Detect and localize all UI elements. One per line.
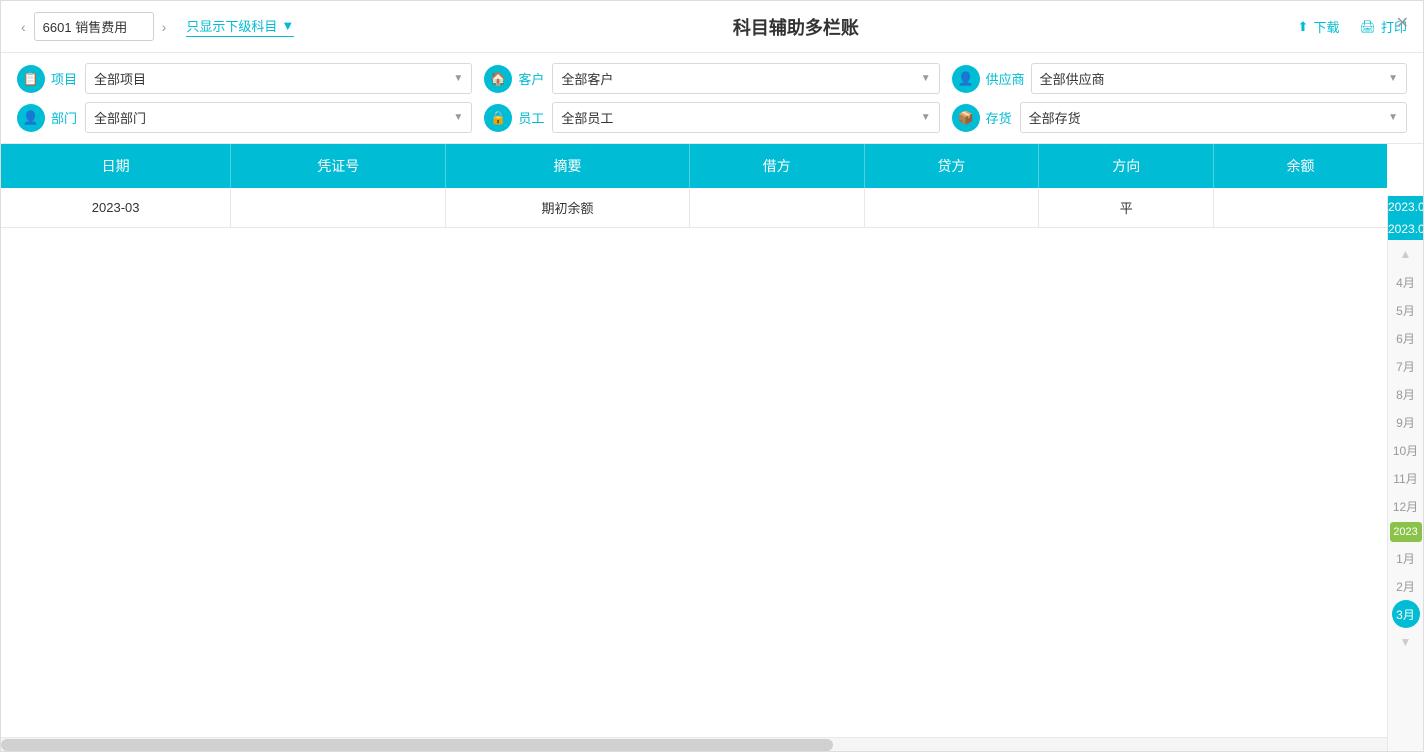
print-icon: 🖨 bbox=[1359, 19, 1376, 35]
timeline-month-3-active[interactable]: 3月 bbox=[1392, 600, 1420, 628]
timeline-sidebar: 2023.03 2023.03 ▲ 4月 5月 6月 7月 8月 9月 10月 … bbox=[1387, 196, 1423, 751]
cell-6 bbox=[1214, 188, 1387, 228]
cell-1 bbox=[231, 188, 446, 228]
customer-arrow-icon: ▼ bbox=[921, 73, 931, 84]
filter-item-department: 👤 部门 全部部门 ▼ bbox=[17, 102, 472, 133]
top-bar: ‹ 6601 销售费用 › 只显示下级科目 ▼ 科目辅助多栏账 ⬆ 下载 🖨 打… bbox=[1, 1, 1423, 53]
project-value: 全部项目 bbox=[94, 69, 146, 88]
project-arrow-icon: ▼ bbox=[453, 73, 463, 84]
timeline-month-6[interactable]: 6月 bbox=[1388, 324, 1424, 352]
department-icon: 👤 bbox=[17, 104, 45, 132]
timeline-scroll-up[interactable]: ▲ bbox=[1388, 240, 1424, 268]
show-sub-button[interactable]: 只显示下级科目 ▼ bbox=[186, 16, 294, 37]
col-balance: 余额 bbox=[1214, 144, 1387, 188]
timeline-month-7[interactable]: 7月 bbox=[1388, 352, 1424, 380]
download-button[interactable]: ⬆ 下载 bbox=[1298, 17, 1340, 36]
table-row[interactable]: 2023-03 期初余额 平 bbox=[1, 188, 1387, 228]
supplier-arrow-icon: ▼ bbox=[1388, 73, 1398, 84]
filter-item-inventory: 📦 存货 全部存货 ▼ bbox=[952, 102, 1407, 133]
timeline-top-month-1[interactable]: 2023.03 bbox=[1388, 196, 1423, 218]
filter-item-customer: 🏠 客户 全部客户 ▼ bbox=[484, 63, 939, 94]
customer-icon: 🏠 bbox=[484, 65, 512, 93]
table-header-row: 日期 凭证号 摘要 借方 贷方 方向 余额 bbox=[1, 144, 1387, 188]
timeline-year-badge: 2023 bbox=[1390, 522, 1422, 542]
close-button[interactable]: ✕ bbox=[1396, 13, 1409, 33]
chevron-down-icon: ▼ bbox=[281, 18, 294, 33]
timeline-month-5[interactable]: 5月 bbox=[1388, 296, 1424, 324]
col-direction: 方向 bbox=[1039, 144, 1214, 188]
cell-2: 期初余额 bbox=[446, 188, 690, 228]
cell-4 bbox=[864, 188, 1039, 228]
download-icon: ⬆ bbox=[1298, 19, 1309, 35]
main-window: ✕ ‹ 6601 销售费用 › 只显示下级科目 ▼ 科目辅助多栏账 ⬆ 下载 🖨… bbox=[0, 0, 1424, 752]
timeline-month-2[interactable]: 2月 bbox=[1388, 572, 1424, 600]
filter-bar: 📋 项目 全部项目 ▼ 🏠 客户 全部客户 ▼ 👤 供应商 bbox=[1, 53, 1423, 144]
timeline-month-4[interactable]: 4月 bbox=[1388, 268, 1424, 296]
inventory-value: 全部存货 bbox=[1029, 108, 1081, 127]
inventory-arrow-icon: ▼ bbox=[1388, 112, 1398, 123]
customer-value: 全部客户 bbox=[561, 69, 613, 88]
horizontal-scrollbar[interactable] bbox=[1, 737, 1387, 751]
timeline-month-11[interactable]: 11月 bbox=[1388, 464, 1424, 492]
col-date: 日期 bbox=[1, 144, 231, 188]
table-container: 日期 凭证号 摘要 借方 贷方 方向 余额 2023-03 期初余额 平 bbox=[1, 144, 1387, 737]
supplier-select[interactable]: 全部供应商 ▼ bbox=[1031, 63, 1407, 94]
department-arrow-icon: ▼ bbox=[453, 112, 463, 123]
department-select[interactable]: 全部部门 ▼ bbox=[85, 102, 472, 133]
timeline-month-9[interactable]: 9月 bbox=[1388, 408, 1424, 436]
filter-row-2: 👤 部门 全部部门 ▼ 🔒 员工 全部员工 ▼ 📦 存货 bbox=[17, 102, 1407, 133]
employee-arrow-icon: ▼ bbox=[921, 112, 931, 123]
page-title: 科目辅助多栏账 bbox=[294, 14, 1297, 40]
timeline-month-8[interactable]: 8月 bbox=[1388, 380, 1424, 408]
scrollbar-track bbox=[1, 738, 1387, 751]
filter-row-1: 📋 项目 全部项目 ▼ 🏠 客户 全部客户 ▼ 👤 供应商 bbox=[17, 63, 1407, 94]
inventory-label: 存货 bbox=[986, 108, 1014, 127]
customer-label: 客户 bbox=[518, 69, 546, 88]
show-sub-label: 只显示下级科目 bbox=[186, 16, 277, 35]
filter-item-project: 📋 项目 全部项目 ▼ bbox=[17, 63, 472, 94]
download-label: 下载 bbox=[1313, 17, 1339, 36]
employee-select[interactable]: 全部员工 ▼ bbox=[552, 102, 939, 133]
employee-label: 员工 bbox=[518, 108, 546, 127]
project-icon: 📋 bbox=[17, 65, 45, 93]
main-table: 日期 凭证号 摘要 借方 贷方 方向 余额 2023-03 期初余额 平 bbox=[1, 144, 1387, 228]
supplier-label: 供应商 bbox=[986, 69, 1025, 88]
nav-prev-button[interactable]: ‹ bbox=[17, 17, 30, 37]
col-summary: 摘要 bbox=[446, 144, 690, 188]
col-credit: 贷方 bbox=[864, 144, 1039, 188]
inventory-select[interactable]: 全部存货 ▼ bbox=[1020, 102, 1407, 133]
project-select[interactable]: 全部项目 ▼ bbox=[85, 63, 472, 94]
col-voucher: 凭证号 bbox=[231, 144, 446, 188]
col-debit: 借方 bbox=[689, 144, 864, 188]
filter-item-employee: 🔒 员工 全部员工 ▼ bbox=[484, 102, 939, 133]
toolbar-right: ⬆ 下载 🖨 打印 bbox=[1298, 17, 1407, 36]
timeline-top-month-2[interactable]: 2023.03 bbox=[1388, 218, 1423, 240]
supplier-icon: 👤 bbox=[952, 65, 980, 93]
department-value: 全部部门 bbox=[94, 108, 146, 127]
employee-icon: 🔒 bbox=[484, 104, 512, 132]
inventory-icon: 📦 bbox=[952, 104, 980, 132]
cell-3 bbox=[689, 188, 864, 228]
account-code-text: 6601 销售费用 bbox=[43, 20, 128, 35]
supplier-value: 全部供应商 bbox=[1040, 69, 1105, 88]
filter-item-supplier: 👤 供应商 全部供应商 ▼ bbox=[952, 63, 1407, 94]
cell-5: 平 bbox=[1039, 188, 1214, 228]
customer-select[interactable]: 全部客户 ▼ bbox=[552, 63, 939, 94]
timeline-scroll-down[interactable]: ▼ bbox=[1388, 628, 1424, 656]
cell-0: 2023-03 bbox=[1, 188, 231, 228]
scrollbar-thumb[interactable] bbox=[1, 739, 833, 751]
employee-value: 全部员工 bbox=[561, 108, 613, 127]
project-label: 项目 bbox=[51, 69, 79, 88]
department-label: 部门 bbox=[51, 108, 79, 127]
account-code-input[interactable]: 6601 销售费用 bbox=[34, 12, 154, 41]
timeline-month-12[interactable]: 12月 bbox=[1388, 492, 1424, 520]
timeline-month-1[interactable]: 1月 bbox=[1388, 544, 1424, 572]
nav-next-button[interactable]: › bbox=[158, 17, 171, 37]
timeline-month-10[interactable]: 10月 bbox=[1388, 436, 1424, 464]
